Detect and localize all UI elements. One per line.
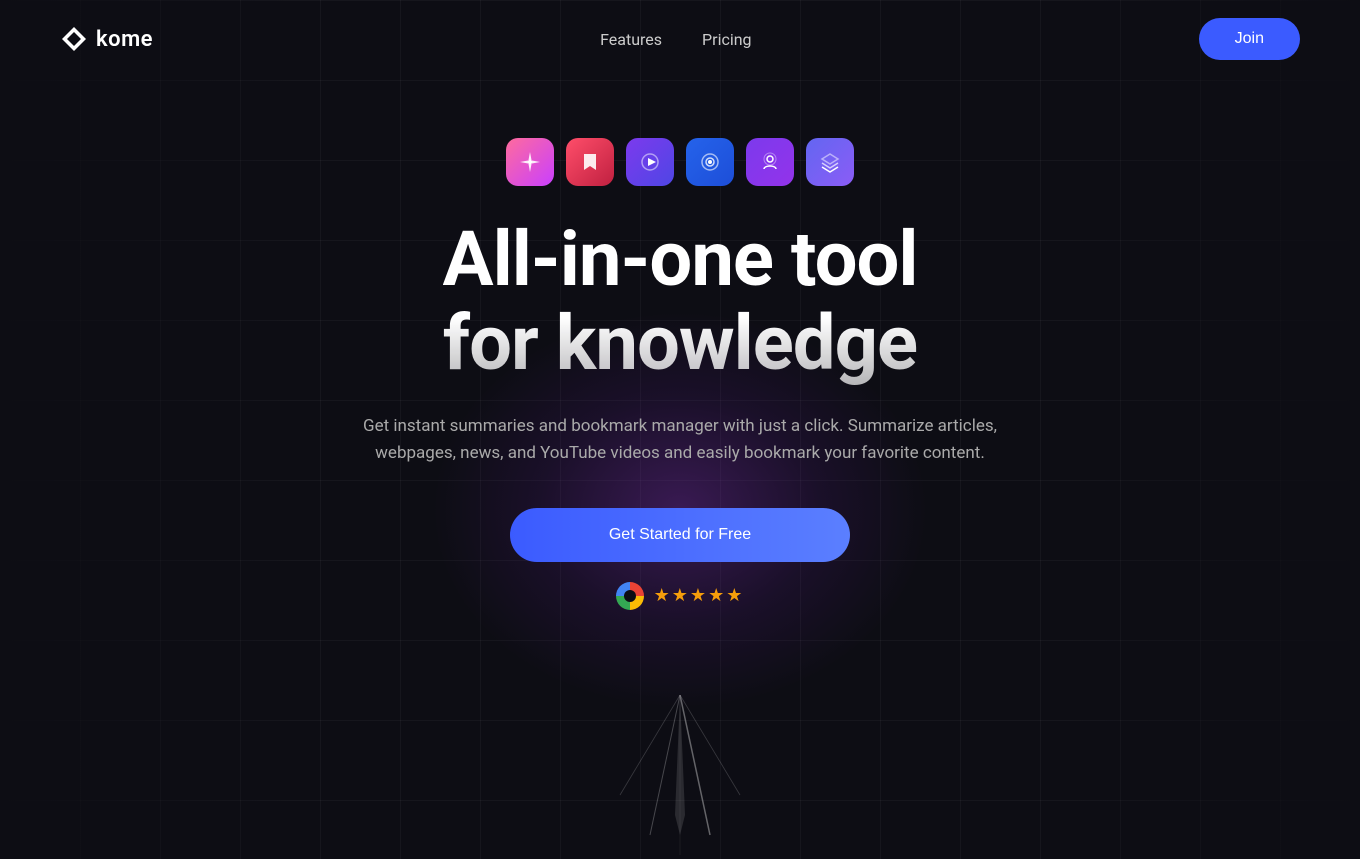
hero-headline: All-in-one tool for knowledge — [443, 218, 918, 385]
app-icon-target — [686, 138, 734, 186]
logo-text: kome — [96, 27, 153, 52]
headline-line2: for knowledge — [443, 298, 917, 388]
hero-subtitle: Get instant summaries and bookmark manag… — [340, 413, 1020, 467]
hero-section: All-in-one tool for knowledge Get instan… — [0, 78, 1360, 640]
app-icon-play — [626, 138, 674, 186]
cta-button[interactable]: Get Started for Free — [510, 508, 850, 562]
navbar: kome Features Pricing Join — [0, 0, 1360, 78]
headline-line1: All-in-one tool — [443, 214, 918, 304]
bottom-illustration — [580, 695, 780, 859]
nav-features[interactable]: Features — [600, 30, 662, 49]
star-rating: ★★★★★ — [654, 585, 745, 606]
chrome-icon — [616, 582, 644, 610]
nav-links: Features Pricing — [600, 30, 751, 49]
chrome-rating: ★★★★★ — [616, 582, 745, 610]
app-icon-bookmark — [566, 138, 614, 186]
nav-pricing[interactable]: Pricing — [702, 30, 752, 49]
join-button[interactable]: Join — [1199, 18, 1300, 60]
logo-diamond-icon — [60, 25, 88, 53]
logo[interactable]: kome — [60, 25, 153, 53]
app-icon-layers — [806, 138, 854, 186]
app-icon-podcast — [746, 138, 794, 186]
app-icons-row — [506, 138, 854, 186]
app-icon-sparkle — [506, 138, 554, 186]
